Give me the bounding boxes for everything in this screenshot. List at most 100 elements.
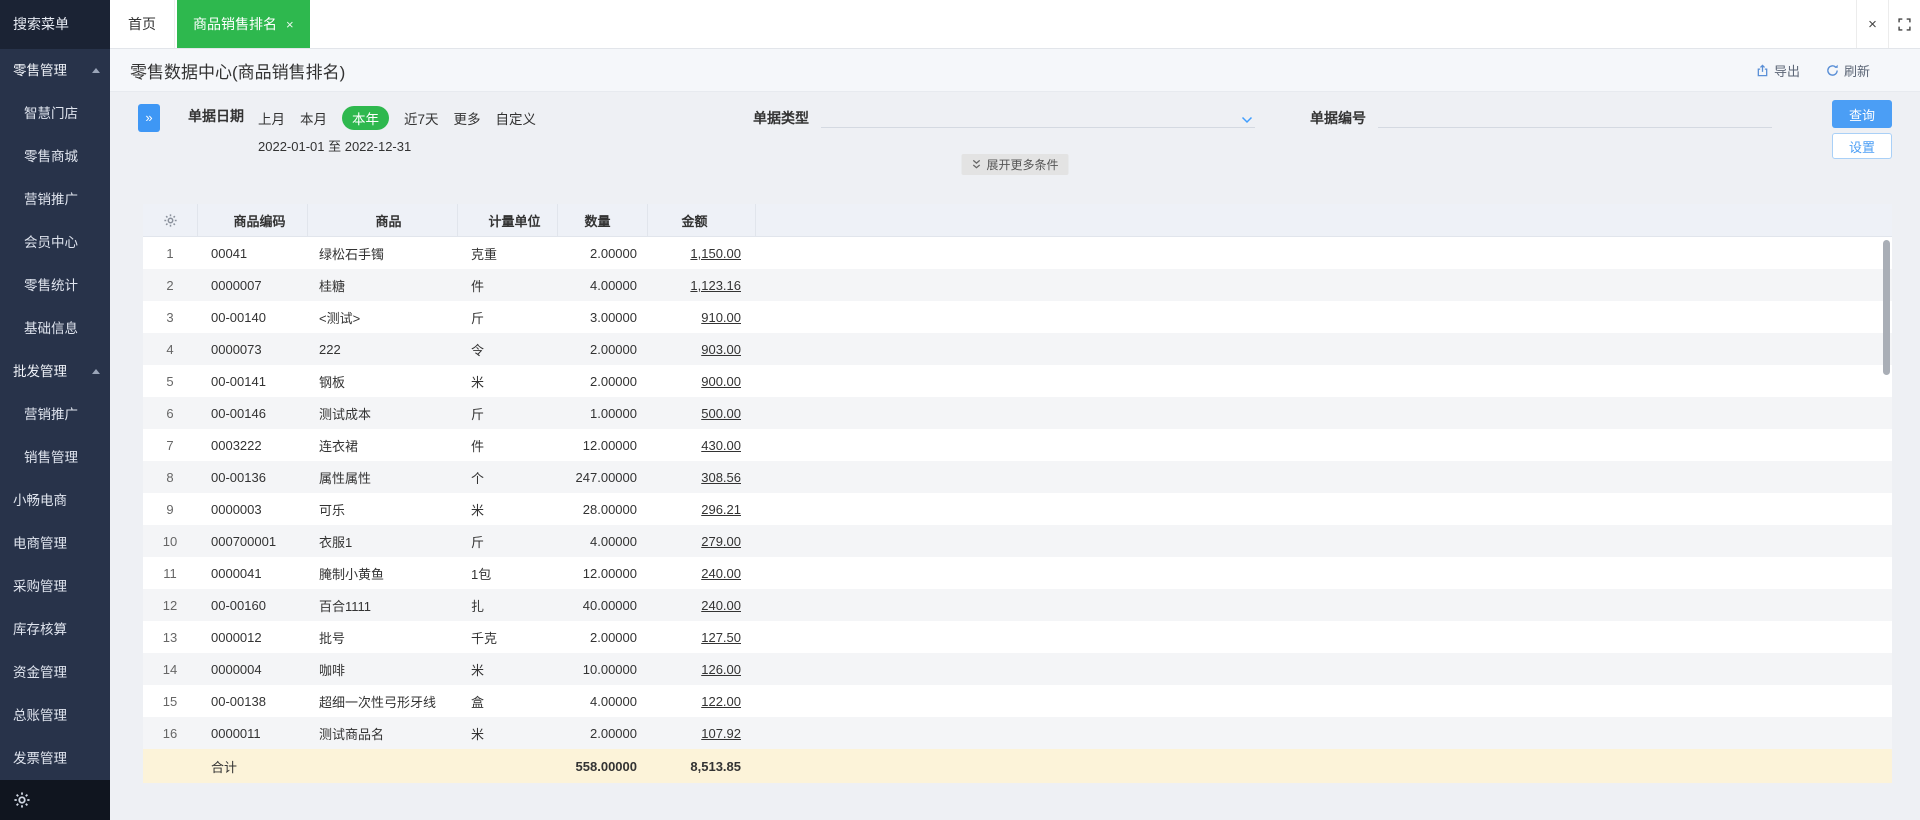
sidebar-item-label: 营销推广 xyxy=(24,192,78,207)
amount-link[interactable]: 900.00 xyxy=(701,374,741,389)
sidebar-item-label: 采购管理 xyxy=(13,579,67,594)
refresh-icon xyxy=(1826,64,1839,77)
query-button[interactable]: 查询 xyxy=(1832,100,1892,128)
amount-link[interactable]: 903.00 xyxy=(701,342,741,357)
refresh-button[interactable]: 刷新 xyxy=(1826,61,1870,80)
total-label: 合计 xyxy=(211,759,238,775)
doc-number-label: 单据编号 xyxy=(1310,110,1366,126)
product-name: 测试成本 xyxy=(319,406,372,422)
export-button[interactable]: 导出 xyxy=(1756,61,1800,80)
product-name: 222 xyxy=(319,341,341,357)
table-row: 9 0000003 可乐 米 28.00000 296.21 xyxy=(143,493,1892,525)
date-option[interactable]: 近7天 xyxy=(404,108,439,128)
header-unit[interactable]: 计量单位 xyxy=(457,204,557,236)
amount-link[interactable]: 1,150.00 xyxy=(690,246,741,261)
sidebar-item-label: 会员中心 xyxy=(24,235,78,250)
sidebar-item[interactable]: 零售统计 xyxy=(0,264,110,307)
amount-link[interactable]: 296.21 xyxy=(701,502,741,517)
sidebar-item[interactable]: 小畅电商 xyxy=(0,479,110,522)
date-option[interactable]: 本月 xyxy=(300,108,327,128)
tab-home[interactable]: 首页 xyxy=(110,0,175,48)
vertical-scrollbar[interactable] xyxy=(1883,240,1890,375)
date-option[interactable]: 更多 xyxy=(454,108,481,128)
sidebar-item[interactable]: 批发管理 xyxy=(0,350,110,393)
row-index: 7 xyxy=(166,437,174,453)
doc-type-select[interactable] xyxy=(821,106,1255,128)
sidebar-item[interactable]: 零售商城 xyxy=(0,135,110,178)
table-row: 6 00-00146 测试成本 斤 1.00000 500.00 xyxy=(143,397,1892,429)
date-option[interactable]: 上月 xyxy=(258,108,285,128)
sidebar-item-label: 零售商城 xyxy=(24,149,78,164)
sidebar-item-label: 库存核算 xyxy=(13,622,67,637)
header-amount[interactable]: 金额 xyxy=(647,204,755,236)
sidebar-item[interactable]: 电商管理 xyxy=(0,522,110,565)
chevron-down-icon xyxy=(1241,116,1253,124)
table-row: 10 000700001 衣服1 斤 4.00000 279.00 xyxy=(143,525,1892,557)
sidebar-item[interactable]: 会员中心 xyxy=(0,221,110,264)
amount-link[interactable]: 500.00 xyxy=(701,406,741,421)
amount-link[interactable]: 1,123.16 xyxy=(690,278,741,293)
sidebar-item[interactable]: 库存核算 xyxy=(0,608,110,651)
sidebar-item[interactable]: 发票管理 xyxy=(0,737,110,780)
date-option[interactable]: 本年 xyxy=(342,106,389,130)
amount-link[interactable]: 107.92 xyxy=(701,726,741,741)
date-option[interactable]: 自定义 xyxy=(496,108,537,128)
filter-doc-number-group: 单据编号 xyxy=(1310,106,1772,128)
sidebar-item[interactable]: 营销推广 xyxy=(0,393,110,436)
row-index: 4 xyxy=(166,341,174,357)
amount-cell: 279.00 xyxy=(647,534,755,549)
row-index: 8 xyxy=(166,469,174,485)
doc-number-input[interactable] xyxy=(1378,106,1772,128)
tab-product-sales-ranking[interactable]: 商品销售排名 × xyxy=(177,0,310,48)
amount-link[interactable]: 126.00 xyxy=(701,662,741,677)
quantity: 2.00000 xyxy=(590,245,637,261)
sidebar-item[interactable]: 基础信息 xyxy=(0,307,110,350)
header-product-name[interactable]: 商品 xyxy=(307,204,457,236)
close-all-tabs-icon[interactable]: × xyxy=(1856,0,1888,48)
sidebar-item[interactable]: 总账管理 xyxy=(0,694,110,737)
table-row: 14 0000004 咖啡 米 10.00000 126.00 xyxy=(143,653,1892,685)
amount-link[interactable]: 240.00 xyxy=(701,598,741,613)
page-header: 零售数据中心(商品销售排名) 导出 刷新 xyxy=(110,49,1920,92)
unit: 个 xyxy=(471,470,485,486)
sidebar-item[interactable]: 资金管理 xyxy=(0,651,110,694)
product-name: 衣服1 xyxy=(319,534,353,550)
amount-link[interactable]: 308.56 xyxy=(701,470,741,485)
quantity: 247.00000 xyxy=(575,469,637,485)
settings-button[interactable]: 设置 xyxy=(1832,133,1892,159)
amount-link[interactable]: 122.00 xyxy=(701,694,741,709)
amount-link[interactable]: 910.00 xyxy=(701,310,741,325)
product-code: 000700001 xyxy=(211,533,277,549)
amount-link[interactable]: 127.50 xyxy=(701,630,741,645)
fullscreen-icon[interactable] xyxy=(1888,0,1920,48)
collapse-filter-button[interactable]: » xyxy=(138,104,160,132)
sidebar-item-label: 发票管理 xyxy=(13,751,67,766)
amount-link[interactable]: 240.00 xyxy=(701,566,741,581)
expand-more-filters-button[interactable]: 展开更多条件 xyxy=(961,154,1069,175)
amount-link[interactable]: 430.00 xyxy=(701,438,741,453)
date-options: 上月 本月 本年 近7天 更多 自定义 xyxy=(258,106,536,130)
unit: 米 xyxy=(471,374,485,390)
column-settings-button[interactable] xyxy=(143,204,197,236)
product-name: <测试> xyxy=(319,310,361,326)
header-quantity[interactable]: 数量 xyxy=(557,204,647,236)
table-row: 4 0000073 222 令 2.00000 903.00 xyxy=(143,333,1892,365)
tab-close-icon[interactable]: × xyxy=(286,17,294,32)
sidebar-item[interactable]: 智慧门店 xyxy=(0,92,110,135)
table-row: 16 0000011 测试商品名 米 2.00000 107.92 xyxy=(143,717,1892,749)
sidebar-menu: 零售管理 智慧门店 零售商城 营销推广 会员中心 零售统计 基础信息 批发管理 营销推广 销售管理… xyxy=(0,49,110,780)
sidebar-item[interactable]: 采购管理 xyxy=(0,565,110,608)
product-name: 绿松石手镯 xyxy=(319,246,385,262)
sidebar-item-label: 基础信息 xyxy=(24,321,78,336)
sidebar-item-label: 智慧门店 xyxy=(24,106,78,121)
sidebar-item[interactable]: 销售管理 xyxy=(0,436,110,479)
quantity: 1.00000 xyxy=(590,405,637,421)
sidebar-item[interactable]: 零售管理 xyxy=(0,49,110,92)
header-product-code[interactable]: 商品编码 xyxy=(197,204,307,236)
sidebar-search-menu[interactable]: 搜索菜单 xyxy=(0,0,110,49)
row-index: 16 xyxy=(162,725,178,741)
sidebar-item[interactable]: 营销推广 xyxy=(0,178,110,221)
sidebar-settings-button[interactable] xyxy=(0,780,110,820)
total-amount: 8,513.85 xyxy=(690,758,741,774)
amount-link[interactable]: 279.00 xyxy=(701,534,741,549)
